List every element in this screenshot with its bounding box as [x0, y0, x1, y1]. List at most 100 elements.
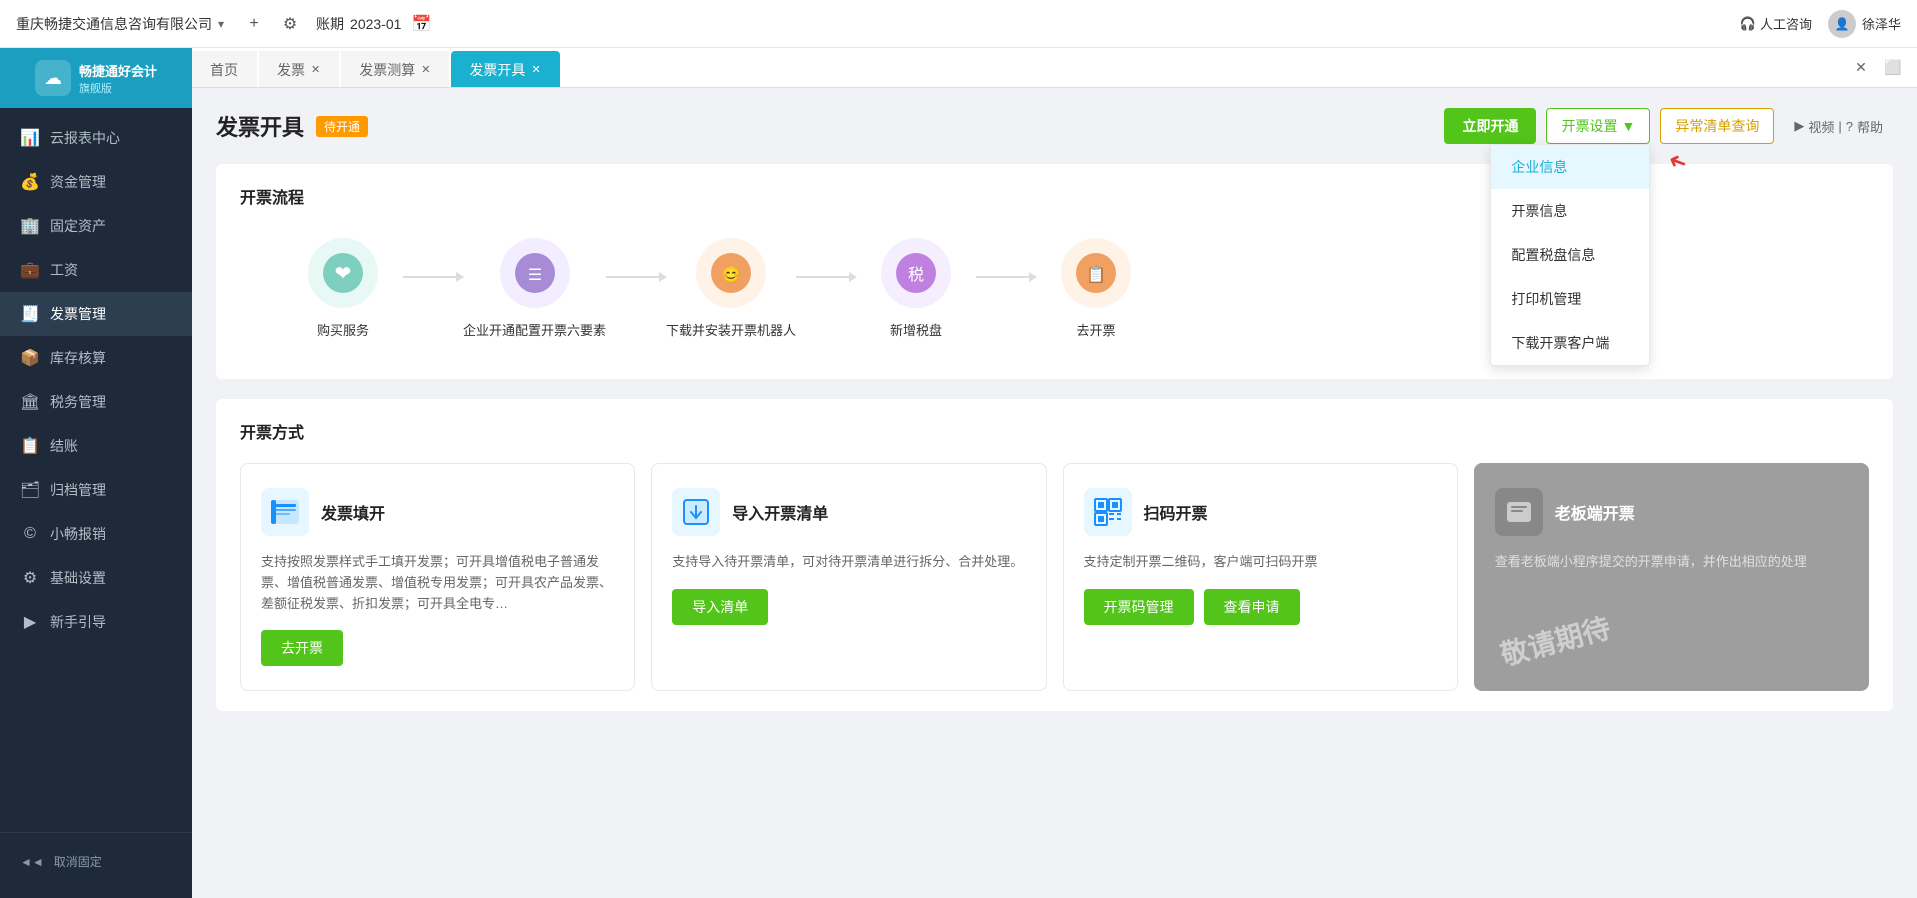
tab-cesuan-close[interactable]: ✕: [421, 63, 430, 76]
tab-fapiao-close[interactable]: ✕: [311, 63, 320, 76]
sidebar-bottom: ◄◄ 取消固定: [0, 832, 192, 898]
flow-arrow-2: [606, 276, 666, 278]
sidebar-label: 资金管理: [50, 172, 106, 192]
sidebar-label: 固定资产: [50, 216, 106, 236]
fill-method-icon: [261, 488, 309, 536]
config-step-icon: ☰: [500, 238, 570, 308]
sidebar-item-fapiao[interactable]: 🧾 发票管理: [0, 292, 192, 336]
maximize-icon[interactable]: ⬜: [1881, 56, 1905, 80]
page-title: 发票开具: [216, 110, 304, 142]
sidebar-item-xiaochang[interactable]: © 小畅报销: [0, 512, 192, 556]
app-name: 畅捷通好会计: [79, 61, 157, 80]
exception-button[interactable]: 异常清单查询: [1660, 108, 1774, 144]
page-title-area: 发票开具 待开通 立即开通 开票设置 ▼ 企业信息: [216, 108, 1893, 144]
printer-label: 打印机管理: [1511, 291, 1581, 307]
sidebar-item-jichushezhi[interactable]: ⚙ 基础设置: [0, 556, 192, 600]
company-dropdown-icon: ▾: [218, 17, 224, 31]
flow-arrow-1: [403, 276, 463, 278]
sidebar-item-xinshou[interactable]: ▶ 新手引导: [0, 600, 192, 644]
sidebar-label: 基础设置: [50, 568, 106, 588]
top-header: 重庆畅捷交通信息咨询有限公司 ▾ + ⚙ 账期 2023-01 📅 🎧 人工咨询…: [0, 0, 1917, 48]
pin-icon: ◄◄: [20, 855, 44, 869]
sidebar-label: 结账: [50, 436, 78, 456]
xiaochang-icon: ©: [20, 525, 40, 543]
methods-section-title: 开票方式: [240, 419, 1869, 443]
zijin-icon: 💰: [20, 172, 40, 192]
sidebar-item-cancel-pin[interactable]: ◄◄ 取消固定: [0, 841, 192, 882]
period-value: 2023-01: [350, 16, 401, 32]
tab-cesuan-label: 发票测算: [359, 60, 415, 80]
sidebar-label: 工资: [50, 260, 78, 280]
import-list-button[interactable]: 导入清单: [672, 589, 768, 625]
fill-invoice-button[interactable]: 去开票: [261, 630, 343, 666]
dropdown-item-company-info[interactable]: 企业信息 ➜: [1491, 145, 1649, 189]
download-label: 下载开票客户端: [1511, 335, 1609, 351]
tab-home[interactable]: 首页: [192, 51, 257, 87]
sidebar-item-zijin[interactable]: 💰 资金管理: [0, 160, 192, 204]
tab-kaiju-label: 发票开具: [469, 60, 525, 80]
settings-dropdown-menu: 企业信息 ➜ 开票信息 配置税盘信息 打印机管理: [1490, 144, 1650, 366]
gudingzichan-icon: 🏢: [20, 216, 40, 236]
main-layout: ☁ 畅捷通好会计 旗舰版 📊 云报表中心 💰 资金管理 🏢 固定资产 💼 工资: [0, 48, 1917, 898]
invoice-info-label: 开票信息: [1511, 203, 1567, 219]
tab-fapiao-cesuan[interactable]: 发票测算 ✕: [341, 51, 449, 87]
sidebar-label: 云报表中心: [50, 128, 120, 148]
import-title: 导入开票清单: [732, 500, 828, 524]
tab-fapiao-kaiju[interactable]: 发票开具 ✕: [451, 51, 559, 87]
sidebar-item-gongzi[interactable]: 💼 工资: [0, 248, 192, 292]
sidebar-label: 归档管理: [50, 480, 106, 500]
boss-header: 老板端开票: [1495, 488, 1848, 536]
question-icon: ?: [1846, 119, 1853, 134]
import-desc: 支持导入待开票清单，可对待开票清单进行拆分、合并处理。: [672, 552, 1025, 573]
sidebar-item-kucun[interactable]: 📦 库存核算: [0, 336, 192, 380]
close-window-icon[interactable]: ✕: [1849, 56, 1873, 80]
activate-button[interactable]: 立即开通: [1444, 108, 1536, 144]
sidebar-item-shuiwu[interactable]: 🏛 税务管理: [0, 380, 192, 424]
tab-kaiju-close[interactable]: ✕: [531, 63, 540, 76]
boss-title: 老板端开票: [1555, 500, 1635, 524]
sidebar-label: 新手引导: [50, 612, 106, 632]
video-help-button[interactable]: ▶ 视频 | ? 帮助: [1784, 111, 1893, 142]
sidebar-item-gudingzichan[interactable]: 🏢 固定资产: [0, 204, 192, 248]
calendar-icon[interactable]: 📅: [407, 10, 435, 38]
view-apply-button[interactable]: 查看申请: [1204, 589, 1300, 625]
config-step-label: 企业开通配置开票六要素: [463, 320, 606, 339]
dropdown-item-download[interactable]: 下载开票客户端: [1491, 321, 1649, 365]
tab-fapiao[interactable]: 发票 ✕: [259, 51, 339, 87]
fill-desc: 支持按照发票样式手工填开发票；可开具增值税电子普通发票、增值税普通发票、增值税专…: [261, 552, 614, 614]
flow-step-invoice: 📋 去开票: [1036, 238, 1156, 339]
jiezhang-icon: 📋: [20, 436, 40, 456]
svg-text:📋: 📋: [1086, 265, 1106, 284]
method-card-scan: 扫码开票 支持定制开票二维码，客户端可扫码开票 开票码管理 查看申请: [1063, 463, 1458, 691]
buy-step-icon: ❤: [308, 238, 378, 308]
user-info[interactable]: 👤 徐泽华: [1828, 10, 1901, 38]
company-name: 重庆畅捷交通信息咨询有限公司: [16, 14, 212, 34]
sidebar-item-jiezhang[interactable]: 📋 结账: [0, 424, 192, 468]
content-area: 首页 发票 ✕ 发票测算 ✕ 发票开具 ✕ ✕ ⬜: [192, 48, 1917, 898]
invoice-step-label: 去开票: [1077, 320, 1116, 339]
svg-text:☰: ☰: [527, 267, 541, 284]
tax-config-label: 配置税盘信息: [1511, 247, 1595, 263]
dropdown-item-invoice-info[interactable]: 开票信息: [1491, 189, 1649, 233]
qr-manage-button[interactable]: 开票码管理: [1084, 589, 1194, 625]
headset-icon: 🎧: [1740, 16, 1756, 32]
dropdown-item-printer[interactable]: 打印机管理: [1491, 277, 1649, 321]
support-button[interactable]: 🎧 人工咨询: [1740, 14, 1812, 33]
settings-button[interactable]: 开票设置 ▼: [1546, 108, 1650, 144]
company-selector[interactable]: 重庆畅捷交通信息咨询有限公司 ▾: [16, 14, 224, 34]
fill-title: 发票填开: [321, 500, 385, 524]
settings-icon[interactable]: ⚙: [276, 10, 304, 38]
sidebar-label: 发票管理: [50, 304, 106, 324]
add-tab-button[interactable]: +: [240, 10, 268, 38]
sidebar-label: 库存核算: [50, 348, 106, 368]
fill-header: 发票填开: [261, 488, 614, 536]
header-actions: + ⚙: [240, 10, 304, 38]
invoice-step-icon: 📋: [1061, 238, 1131, 308]
sidebar-item-yunbao[interactable]: 📊 云报表中心: [0, 116, 192, 160]
sidebar-item-guidang[interactable]: 🗂 归档管理: [0, 468, 192, 512]
top-right-actions: 🎧 人工咨询 👤 徐泽华: [1740, 10, 1901, 38]
method-card-import: 导入开票清单 支持导入待开票清单，可对待开票清单进行拆分、合并处理。 导入清单: [651, 463, 1046, 691]
dropdown-item-tax-config[interactable]: 配置税盘信息: [1491, 233, 1649, 277]
tab-fapiao-label: 发票: [277, 60, 305, 80]
scan-title: 扫码开票: [1144, 500, 1208, 524]
